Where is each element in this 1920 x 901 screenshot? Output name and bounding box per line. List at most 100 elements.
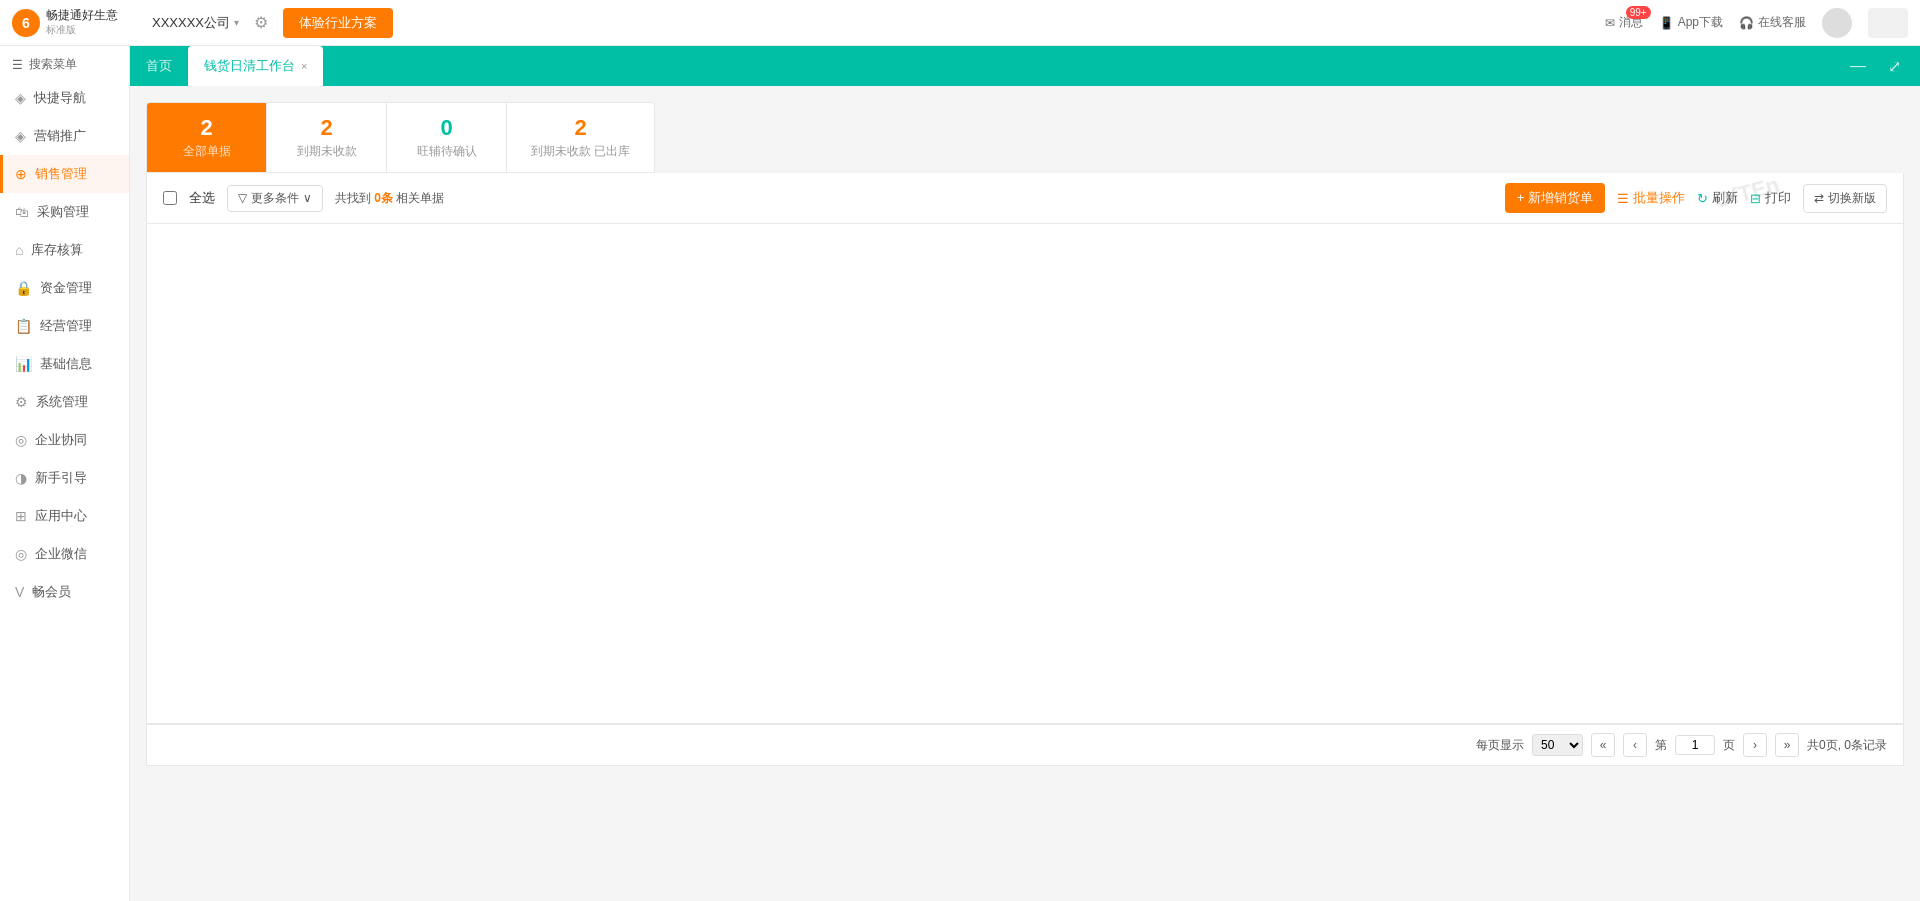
select-all-label: 全选 bbox=[189, 189, 215, 207]
print-button[interactable]: ⊟ 打印 bbox=[1750, 189, 1791, 207]
chevron-down-icon: ▾ bbox=[234, 17, 239, 28]
message-action[interactable]: ✉ 消息 99+ bbox=[1605, 14, 1643, 31]
switch-version-button[interactable]: ⇄ 切换新版 bbox=[1803, 184, 1887, 213]
total-records: 共0页, 0条记录 bbox=[1807, 737, 1887, 754]
sidebar-label-cooperation: 企业协同 bbox=[35, 431, 87, 449]
sidebar-item-system[interactable]: ⚙ 系统管理 bbox=[0, 383, 129, 421]
per-page-label: 每页显示 bbox=[1476, 737, 1524, 754]
select-all-checkbox[interactable] bbox=[163, 191, 177, 205]
stats-count-shipped: 2 bbox=[531, 115, 630, 141]
sidebar-item-basic-info[interactable]: 📊 基础信息 bbox=[0, 345, 129, 383]
sidebar-item-inventory[interactable]: ⌂ 库存核算 bbox=[0, 231, 129, 269]
sidebar-item-quick-nav[interactable]: ◈ 快捷导航 bbox=[0, 79, 129, 117]
switch-icon: ⇄ bbox=[1814, 191, 1824, 205]
stats-count-pending: 0 bbox=[411, 115, 482, 141]
company-name: XXXXXX公司 bbox=[152, 14, 230, 32]
stats-tab-shipped[interactable]: 2 到期未收款 已出库 bbox=[507, 103, 654, 172]
per-page-select[interactable]: 50 20 100 bbox=[1532, 734, 1583, 756]
sidebar-icon-system: ⚙ bbox=[15, 394, 28, 410]
message-icon: ✉ bbox=[1605, 16, 1615, 30]
pagination-bar: 每页显示 50 20 100 « ‹ 第 页 › » 共0页, 0条记录 bbox=[146, 724, 1904, 766]
switch-label: 切换新版 bbox=[1828, 190, 1876, 207]
filter-chevron-icon: ∨ bbox=[303, 191, 312, 205]
sidebar-label-marketing: 营销推广 bbox=[34, 127, 86, 145]
search-icon: ☰ bbox=[12, 58, 23, 72]
app-download-action[interactable]: 📱 App下载 bbox=[1659, 14, 1723, 31]
sidebar-icon-operations: 📋 bbox=[15, 318, 32, 334]
stats-label-all: 全部单据 bbox=[171, 143, 242, 160]
sidebar-icon-cooperation: ◎ bbox=[15, 432, 27, 448]
sidebar-icon-inventory: ⌂ bbox=[15, 242, 23, 258]
sidebar-icon-finance: 🔒 bbox=[15, 280, 32, 296]
sidebar-item-cooperation[interactable]: ◎ 企业协同 bbox=[0, 421, 129, 459]
page-number-input[interactable] bbox=[1675, 735, 1715, 755]
sidebar-item-finance[interactable]: 🔒 资金管理 bbox=[0, 269, 129, 307]
sidebar-label-sales: 销售管理 bbox=[35, 165, 87, 183]
next-page-button[interactable]: › bbox=[1743, 733, 1767, 757]
tab-current[interactable]: 钱货日清工作台 × bbox=[188, 46, 323, 86]
service-icon: 🎧 bbox=[1739, 16, 1754, 30]
found-prefix: 共找到 bbox=[335, 191, 371, 205]
sidebar-icon-vip: V bbox=[15, 584, 24, 600]
sidebar-item-operations[interactable]: 📋 经营管理 bbox=[0, 307, 129, 345]
refresh-icon: ↻ bbox=[1697, 191, 1708, 206]
close-tab-icon[interactable]: × bbox=[301, 60, 307, 72]
trial-button[interactable]: 体验行业方案 bbox=[283, 8, 393, 38]
stats-label-overdue: 到期未收款 bbox=[291, 143, 362, 160]
top-header: 6 畅捷通好生意 标准版 XXXXXX公司 ▾ ⚙ 体验行业方案 ✉ 消息 99… bbox=[0, 0, 1920, 46]
user-name-area[interactable] bbox=[1868, 8, 1908, 38]
tab-home-label: 首页 bbox=[146, 57, 172, 75]
company-selector[interactable]: XXXXXX公司 ▾ bbox=[152, 14, 239, 32]
stats-tab-all[interactable]: 2 全部单据 bbox=[147, 103, 267, 172]
prev-page-button[interactable]: ‹ bbox=[1623, 733, 1647, 757]
refresh-label: 刷新 bbox=[1712, 189, 1738, 207]
sidebar-item-guide[interactable]: ◑ 新手引导 bbox=[0, 459, 129, 497]
batch-icon: ☰ bbox=[1617, 191, 1629, 206]
table-area bbox=[146, 224, 1904, 724]
sidebar-item-marketing[interactable]: ◈ 营销推广 bbox=[0, 117, 129, 155]
sidebar-icon-sales: ⊕ bbox=[15, 166, 27, 182]
sidebar-item-sales[interactable]: ⊕ 销售管理 bbox=[0, 155, 129, 193]
sidebar-item-app-center[interactable]: ⊞ 应用中心 bbox=[0, 497, 129, 535]
toolbar: 全选 ▽ 更多条件 ∨ 共找到 0条 相关单据 + 新增销货单 ☰ 批量操作 ↻… bbox=[146, 173, 1904, 224]
refresh-button[interactable]: ↻ 刷新 bbox=[1697, 189, 1738, 207]
page-label: 第 bbox=[1655, 737, 1667, 754]
sidebar-label-app-center: 应用中心 bbox=[35, 507, 87, 525]
sidebar: ☰ 搜索菜单 ◈ 快捷导航 ◈ 营销推广 ⊕ 销售管理 🛍 采购管理 ⌂ 库存核… bbox=[0, 0, 130, 901]
toolbar-right: + 新增销货单 ☰ 批量操作 ↻ 刷新 ⊟ 打印 ⇄ 切换新版 bbox=[1505, 183, 1887, 213]
tab-home[interactable]: 首页 bbox=[130, 46, 188, 86]
new-sale-button[interactable]: + 新增销货单 bbox=[1505, 183, 1605, 213]
sidebar-label-basic-info: 基础信息 bbox=[40, 355, 92, 373]
sidebar-item-purchase[interactable]: 🛍 采购管理 bbox=[0, 193, 129, 231]
logo-version: 标准版 bbox=[46, 23, 118, 37]
logo-icon: 6 bbox=[12, 9, 40, 37]
filter-button[interactable]: ▽ 更多条件 ∨ bbox=[227, 185, 323, 212]
page-suffix: 页 bbox=[1723, 737, 1735, 754]
sidebar-item-vip[interactable]: V 畅会员 bbox=[0, 573, 129, 611]
header-right: ✉ 消息 99+ 📱 App下载 🎧 在线客服 bbox=[1605, 8, 1908, 38]
batch-label: 批量操作 bbox=[1633, 189, 1685, 207]
expand-icon[interactable]: ⤢ bbox=[1880, 52, 1908, 80]
avatar[interactable] bbox=[1822, 8, 1852, 38]
last-page-button[interactable]: » bbox=[1775, 733, 1799, 757]
first-page-button[interactable]: « bbox=[1591, 733, 1615, 757]
online-service-action[interactable]: 🎧 在线客服 bbox=[1739, 14, 1806, 31]
batch-op-button[interactable]: ☰ 批量操作 bbox=[1617, 189, 1685, 207]
found-text: 共找到 0条 相关单据 bbox=[335, 190, 444, 207]
settings-icon[interactable]: ⚙ bbox=[247, 9, 275, 37]
stats-tab-overdue[interactable]: 2 到期未收款 bbox=[267, 103, 387, 172]
sidebar-icon-marketing: ◈ bbox=[15, 128, 26, 144]
download-icon: 📱 bbox=[1659, 16, 1674, 30]
sidebar-icon-app-center: ⊞ bbox=[15, 508, 27, 524]
online-service-label: 在线客服 bbox=[1758, 14, 1806, 31]
stats-tab-pending[interactable]: 0 旺辅待确认 bbox=[387, 103, 507, 172]
nav-tabs: 首页 钱货日清工作台 × — ⤢ bbox=[130, 46, 1920, 86]
sidebar-label-finance: 资金管理 bbox=[40, 279, 92, 297]
sidebar-item-enterprise-wechat[interactable]: ◎ 企业微信 bbox=[0, 535, 129, 573]
sidebar-search[interactable]: ☰ 搜索菜单 bbox=[0, 46, 129, 79]
search-label: 搜索菜单 bbox=[29, 56, 77, 73]
found-suffix: 相关单据 bbox=[396, 191, 444, 205]
sidebar-label-purchase: 采购管理 bbox=[37, 203, 89, 221]
minimize-icon[interactable]: — bbox=[1844, 52, 1872, 80]
main-content: 2 全部单据 2 到期未收款 0 旺辅待确认 2 到期未收款 已出库 全选 ▽ … bbox=[130, 86, 1920, 901]
